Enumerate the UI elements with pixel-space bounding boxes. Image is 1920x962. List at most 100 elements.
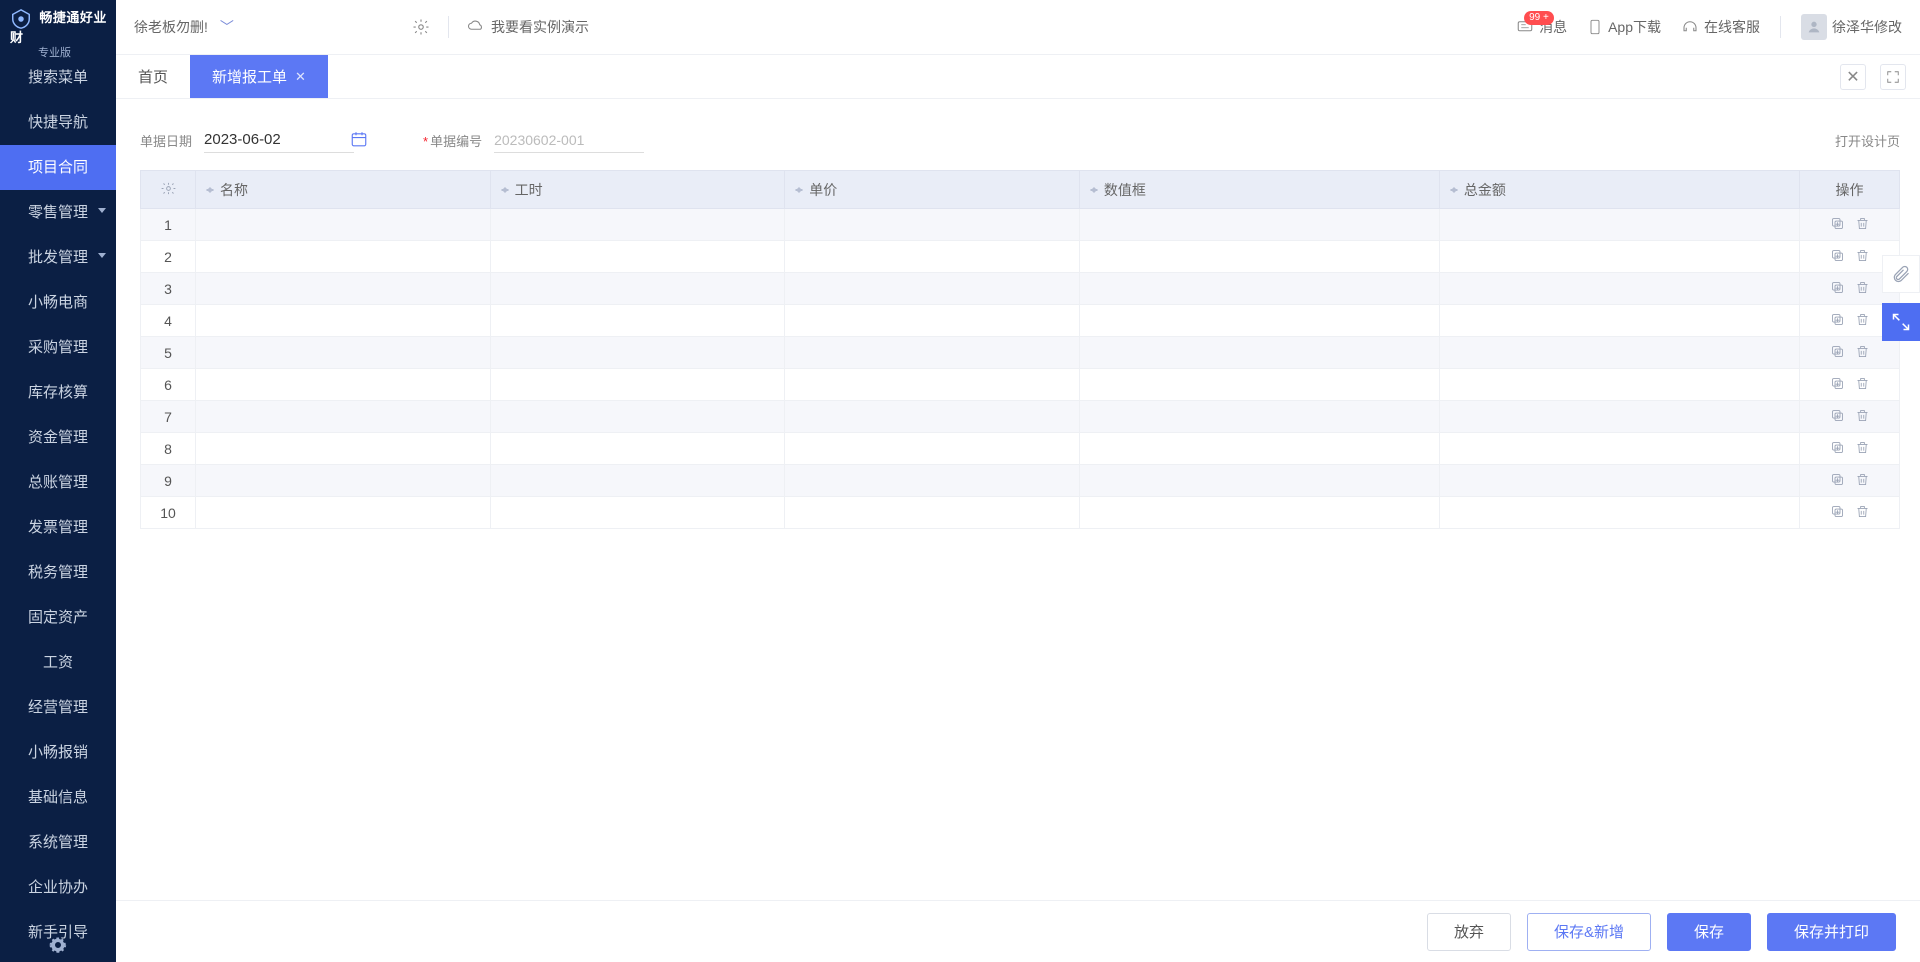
sidebar-item-2[interactable]: 项目合同 [0,145,116,190]
cell-total[interactable] [1439,209,1799,241]
copy-row-icon[interactable] [1830,474,1845,490]
cell-hours[interactable] [490,433,785,465]
cell-total[interactable] [1439,241,1799,273]
delete-row-icon[interactable] [1855,346,1870,362]
cell-price[interactable] [785,305,1080,337]
sidebar-item-4[interactable]: 批发管理 [0,235,116,280]
demo-link[interactable]: 我要看实例演示 [467,17,589,37]
delete-row-icon[interactable] [1855,314,1870,330]
cell-number[interactable] [1079,209,1439,241]
copy-row-icon[interactable] [1830,314,1845,330]
cell-hours[interactable] [490,305,785,337]
sidebar-settings[interactable] [0,928,116,962]
cell-total[interactable] [1439,401,1799,433]
sidebar-item-7[interactable]: 库存核算 [0,370,116,415]
cell-number[interactable] [1079,497,1439,529]
sidebar-item-17[interactable]: 系统管理 [0,820,116,865]
cell-total[interactable] [1439,497,1799,529]
customer-service[interactable]: 在线客服 [1681,17,1760,37]
sidebar-item-5[interactable]: 小畅电商 [0,280,116,325]
app-download[interactable]: App下载 [1587,17,1661,37]
company-selector[interactable]: 徐老板勿删! ﹀ [134,17,394,37]
cell-total[interactable] [1439,337,1799,369]
sidebar-item-0[interactable]: 搜索菜单 [0,55,116,100]
cell-price[interactable] [785,337,1080,369]
copy-row-icon[interactable] [1830,346,1845,362]
discard-button[interactable]: 放弃 [1427,913,1511,951]
sidebar-item-18[interactable]: 企业协办 [0,865,116,910]
cell-price[interactable] [785,209,1080,241]
delete-row-icon[interactable] [1855,410,1870,426]
calendar-icon[interactable] [350,130,368,151]
cell-name[interactable] [196,337,491,369]
save-and-print-button[interactable]: 保存并打印 [1767,913,1896,951]
table-row[interactable]: 8 [141,433,1900,465]
copy-row-icon[interactable] [1830,282,1845,298]
table-row[interactable]: 5 [141,337,1900,369]
delete-row-icon[interactable] [1855,218,1870,234]
table-row[interactable]: 1 [141,209,1900,241]
delete-row-icon[interactable] [1855,474,1870,490]
user-menu[interactable]: 徐泽华修改 [1801,14,1902,40]
delete-row-icon[interactable] [1855,282,1870,298]
copy-row-icon[interactable] [1830,378,1845,394]
cell-number[interactable] [1079,433,1439,465]
col-price[interactable]: 单价 [785,171,1080,209]
col-name[interactable]: 名称 [196,171,491,209]
table-row[interactable]: 10 [141,497,1900,529]
save-and-new-button[interactable]: 保存&新增 [1527,913,1651,951]
messages-button[interactable]: 99 + 消息 [1516,17,1567,37]
cell-price[interactable] [785,465,1080,497]
settings-icon[interactable] [412,18,430,36]
cell-price[interactable] [785,369,1080,401]
cell-name[interactable] [196,369,491,401]
copy-row-icon[interactable] [1830,410,1845,426]
cell-hours[interactable] [490,337,785,369]
cell-total[interactable] [1439,305,1799,337]
cell-number[interactable] [1079,241,1439,273]
open-designer-link[interactable]: 打开设计页 [1835,131,1900,150]
cell-total[interactable] [1439,273,1799,305]
sidebar-item-1[interactable]: 快捷导航 [0,100,116,145]
tab-active[interactable]: 新增报工单 ✕ [190,55,328,98]
sidebar-item-12[interactable]: 固定资产 [0,595,116,640]
cell-number[interactable] [1079,401,1439,433]
cell-hours[interactable] [490,241,785,273]
table-row[interactable]: 3 [141,273,1900,305]
sidebar-item-16[interactable]: 基础信息 [0,775,116,820]
col-settings[interactable] [141,171,196,209]
delete-row-icon[interactable] [1855,442,1870,458]
cell-number[interactable] [1079,369,1439,401]
cell-number[interactable] [1079,273,1439,305]
sidebar-item-10[interactable]: 发票管理 [0,505,116,550]
cell-name[interactable] [196,401,491,433]
sidebar-item-11[interactable]: 税务管理 [0,550,116,595]
table-row[interactable]: 2 [141,241,1900,273]
sidebar-item-15[interactable]: 小畅报销 [0,730,116,775]
cell-hours[interactable] [490,497,785,529]
copy-row-icon[interactable] [1830,506,1845,522]
col-total[interactable]: 总金额 [1439,171,1799,209]
cell-total[interactable] [1439,433,1799,465]
code-input[interactable]: 20230602-001 [494,128,644,153]
cell-hours[interactable] [490,273,785,305]
delete-row-icon[interactable] [1855,250,1870,266]
cell-price[interactable] [785,433,1080,465]
cell-name[interactable] [196,305,491,337]
tab-home[interactable]: 首页 [116,55,190,98]
copy-row-icon[interactable] [1830,250,1845,266]
cell-price[interactable] [785,497,1080,529]
cell-name[interactable] [196,209,491,241]
col-hours[interactable]: 工时 [490,171,785,209]
cell-number[interactable] [1079,465,1439,497]
cell-price[interactable] [785,401,1080,433]
sidebar-item-13[interactable]: 工资 [0,640,116,685]
close-icon[interactable]: ✕ [295,69,306,85]
cell-name[interactable] [196,273,491,305]
close-all-button[interactable]: ✕ [1840,64,1866,90]
delete-row-icon[interactable] [1855,506,1870,522]
save-button[interactable]: 保存 [1667,913,1751,951]
table-row[interactable]: 6 [141,369,1900,401]
cell-name[interactable] [196,241,491,273]
cell-number[interactable] [1079,305,1439,337]
